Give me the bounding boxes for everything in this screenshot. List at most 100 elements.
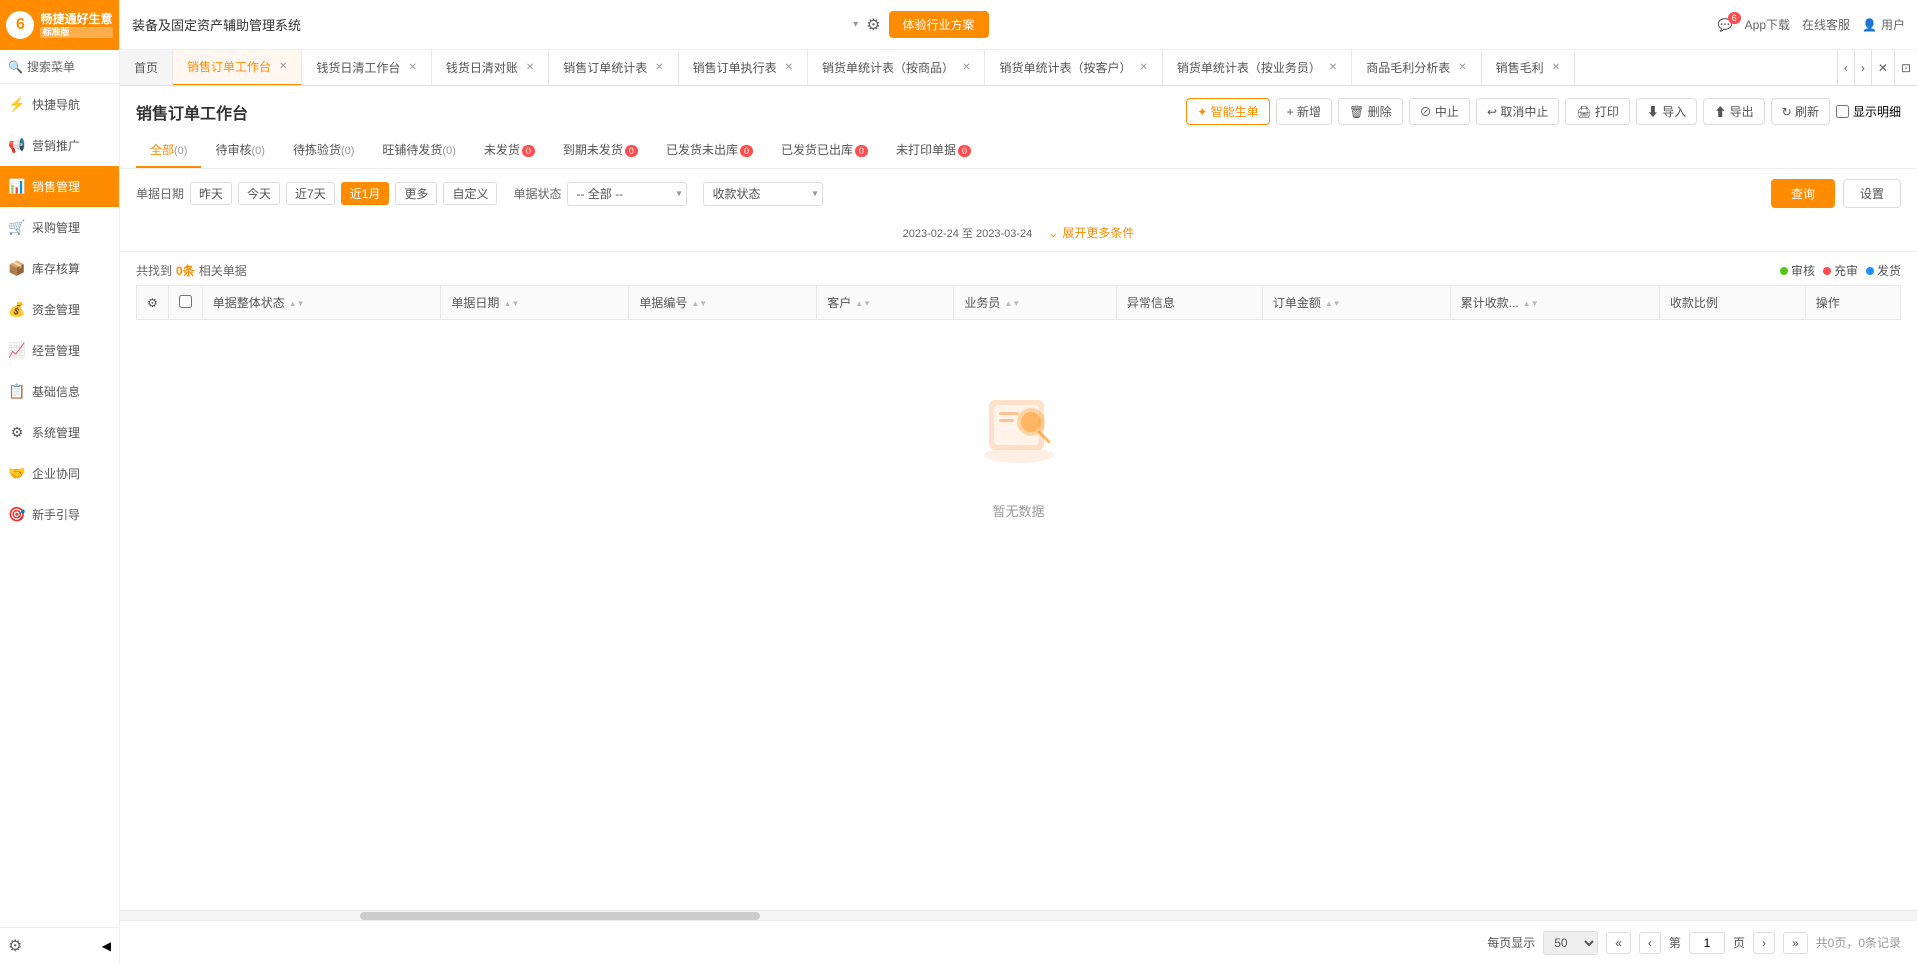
topbar-settings-icon[interactable]: ⚙: [866, 15, 880, 35]
tab-close-sales-order-workbench[interactable]: ✕: [279, 61, 287, 72]
tab-sales-order-workbench[interactable]: 销售订单工作台✕: [173, 50, 302, 86]
col-date[interactable]: 单据日期▲▼: [441, 286, 629, 320]
sub-tab-not-shipped[interactable]: 未发货0: [470, 133, 549, 168]
scrollbar-thumb[interactable]: [360, 912, 760, 920]
show-detail-checkbox[interactable]: [1836, 105, 1849, 118]
col-status[interactable]: 单据整体状态▲▼: [202, 286, 441, 320]
add-btn[interactable]: + 新增: [1276, 98, 1332, 125]
sidebar-item-quick-nav[interactable]: ⚡快捷导航: [0, 84, 119, 125]
tab-close-sales-exec[interactable]: ✕: [785, 62, 793, 73]
import-btn[interactable]: ⬇ 导入: [1636, 98, 1697, 125]
show-detail-toggle[interactable]: 显示明细: [1836, 103, 1901, 120]
stop-btn[interactable]: ⊘ 中止: [1409, 98, 1470, 125]
smart-order-btn[interactable]: ✦ 智能生单: [1186, 98, 1269, 125]
col-staff[interactable]: 业务员▲▼: [954, 286, 1117, 320]
date-option-近1月[interactable]: 近1月: [341, 182, 390, 205]
date-option-更多[interactable]: 更多: [395, 182, 437, 205]
sidebar-item-inventory[interactable]: 📦库存核算: [0, 248, 119, 289]
payment-select[interactable]: 收款状态: [703, 182, 823, 206]
action-btn-ship[interactable]: 发货: [1866, 262, 1901, 279]
sidebar-item-operation[interactable]: 📈经营管理: [0, 330, 119, 371]
sidebar-item-purchase[interactable]: 🛒采购管理: [0, 207, 119, 248]
sub-tab-wangpu-pending[interactable]: 旺铺待发货(0): [368, 133, 469, 168]
sort-status[interactable]: ▲▼: [289, 299, 305, 308]
sidebar-item-marketing[interactable]: 📢营销推广: [0, 125, 119, 166]
sidebar-item-system[interactable]: ⚙系统管理: [0, 412, 119, 453]
tab-close-cash-daily[interactable]: ✕: [408, 62, 416, 73]
tab-expand[interactable]: ⊡: [1894, 50, 1917, 86]
tab-sales-by-product[interactable]: 销货单统计表（按商品）✕: [808, 50, 985, 86]
page-input[interactable]: [1689, 932, 1725, 954]
tab-sales-exec[interactable]: 销售订单执行表✕: [679, 50, 808, 86]
sub-tab-shipped-out[interactable]: 已发货已出库0: [767, 133, 882, 168]
sort-number[interactable]: ▲▼: [691, 299, 707, 308]
sidebar-item-sales[interactable]: 📊销售管理: [0, 166, 119, 207]
tab-scroll-right[interactable]: ›: [1854, 50, 1871, 86]
tab-close-sales-by-product[interactable]: ✕: [962, 62, 970, 73]
last-page-btn[interactable]: »: [1783, 932, 1808, 954]
sort-customer[interactable]: ▲▼: [855, 299, 871, 308]
action-btn-review[interactable]: 审核: [1780, 262, 1815, 279]
industry-btn[interactable]: 体验行业方案: [889, 11, 989, 38]
action-btn-unreviewed[interactable]: 充审: [1823, 262, 1858, 279]
prev-page-btn[interactable]: ‹: [1639, 932, 1661, 954]
user-menu[interactable]: 👤 用户: [1862, 16, 1905, 33]
sub-tab-pending-check[interactable]: 待拣验货(0): [279, 133, 368, 168]
tab-close-sales-by-customer[interactable]: ✕: [1139, 62, 1147, 73]
sub-tab-pending-review[interactable]: 待审核(0): [201, 133, 278, 168]
tab-scroll-left[interactable]: ‹: [1837, 50, 1854, 86]
tab-cash-daily[interactable]: 钱货日清工作台✕: [302, 50, 431, 86]
set-btn[interactable]: 设置: [1843, 179, 1901, 208]
sub-tab-not-printed[interactable]: 未打印单据0: [882, 133, 985, 168]
app-download-link[interactable]: App下载: [1745, 16, 1790, 33]
date-option-昨天[interactable]: 昨天: [190, 182, 232, 205]
sub-tab-shipped-not-out[interactable]: 已发货未出库0: [652, 133, 767, 168]
tab-close-sales-stat[interactable]: ✕: [655, 62, 663, 73]
refresh-btn[interactable]: ↻ 刷新: [1771, 98, 1830, 125]
select-all-checkbox[interactable]: [179, 295, 192, 308]
tab-home[interactable]: 首页: [120, 50, 173, 86]
tab-sales-profit[interactable]: 销售毛利✕: [1482, 50, 1575, 86]
sidebar-item-guide[interactable]: 🎯新手引导: [0, 494, 119, 535]
date-option-自定义[interactable]: 自定义: [443, 182, 497, 205]
sort-date[interactable]: ▲▼: [503, 299, 519, 308]
tab-sales-by-customer[interactable]: 销货单统计表（按客户）✕: [985, 50, 1162, 86]
status-select[interactable]: -- 全部 --: [567, 182, 687, 206]
tab-close-margin-analysis[interactable]: ✕: [1458, 62, 1466, 73]
tab-close-sales-profit[interactable]: ✕: [1552, 62, 1560, 73]
tab-sales-by-staff[interactable]: 销货单统计表（按业务员）✕: [1163, 50, 1352, 86]
tab-close-sales-by-staff[interactable]: ✕: [1329, 62, 1337, 73]
sidebar-item-basic-info[interactable]: 📋基础信息: [0, 371, 119, 412]
print-btn[interactable]: 🖨 打印: [1565, 98, 1630, 125]
sort-collected[interactable]: ▲▼: [1523, 299, 1539, 308]
sidebar-item-enterprise[interactable]: 🤝企业协同: [0, 453, 119, 494]
sort-staff[interactable]: ▲▼: [1004, 299, 1020, 308]
scrollbar-area[interactable]: [120, 910, 1917, 920]
tab-margin-analysis[interactable]: 商品毛利分析表✕: [1352, 50, 1481, 86]
expand-btn[interactable]: ⌄ 展开更多条件: [1048, 224, 1134, 241]
tab-close-all[interactable]: ✕: [1871, 50, 1894, 86]
col-customer[interactable]: 客户▲▼: [817, 286, 954, 320]
col-amount[interactable]: 订单金额▲▼: [1262, 286, 1450, 320]
collapse-icon[interactable]: ◀: [102, 939, 111, 953]
message-badge[interactable]: 💬 6: [1718, 18, 1733, 32]
col-settings-icon[interactable]: ⚙: [147, 296, 158, 310]
query-btn[interactable]: 查询: [1771, 179, 1835, 208]
tab-sales-stat[interactable]: 销售订单统计表✕: [549, 50, 678, 86]
sub-tab-overdue-not-shipped[interactable]: 到期未发货0: [549, 133, 652, 168]
delete-btn[interactable]: 🗑 删除: [1338, 98, 1403, 125]
page-size-select[interactable]: 102050100: [1543, 931, 1598, 955]
cancel-stop-btn[interactable]: ↩ 取消中止: [1476, 98, 1559, 125]
col-collected[interactable]: 累计收款...▲▼: [1450, 286, 1659, 320]
settings-icon[interactable]: ⚙: [8, 936, 22, 956]
online-service-link[interactable]: 在线客服: [1802, 16, 1850, 33]
sort-amount[interactable]: ▲▼: [1325, 299, 1341, 308]
sub-tab-all[interactable]: 全部(0): [136, 133, 201, 168]
first-page-btn[interactable]: «: [1606, 932, 1631, 954]
sidebar-search[interactable]: 🔍 搜索菜单: [0, 50, 119, 84]
date-option-今天[interactable]: 今天: [238, 182, 280, 205]
tab-close-cash-reconcile[interactable]: ✕: [526, 62, 534, 73]
date-option-近7天[interactable]: 近7天: [286, 182, 335, 205]
system-dropdown-icon[interactable]: ▾: [853, 19, 858, 30]
tab-cash-reconcile[interactable]: 钱货日清对账✕: [432, 50, 549, 86]
